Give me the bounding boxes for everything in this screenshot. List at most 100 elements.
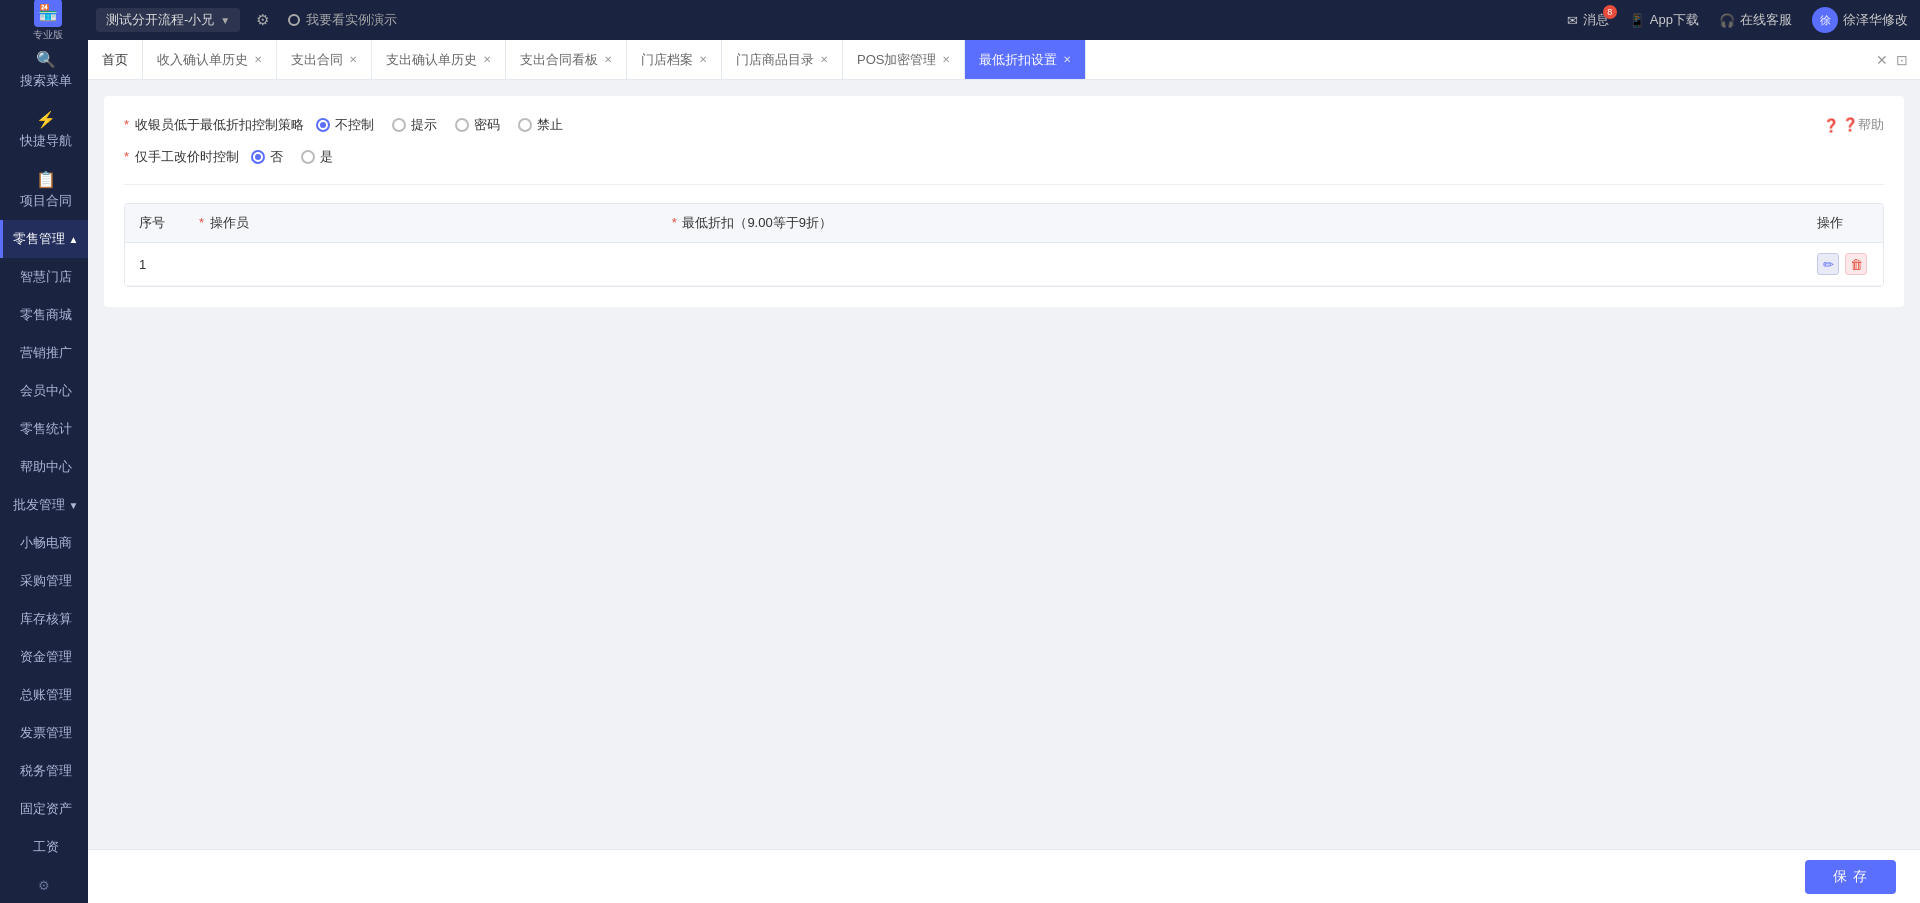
manual-price-required-mark: * [124, 149, 129, 164]
col-operator-header: * 操作员 [185, 204, 658, 243]
sidebar-item-finance[interactable]: 资金管理 [0, 638, 88, 676]
radio-hint-circle [392, 118, 406, 132]
tab-actions: ✕ ⊡ [1876, 52, 1920, 68]
member-label: 会员中心 [20, 382, 72, 400]
wholesale-arrow-icon: ▼ [69, 500, 79, 511]
radio-forbid-circle [518, 118, 532, 132]
tab-expense-contract-label: 支出合同 [291, 51, 343, 69]
help-button[interactable]: ❓ ❓帮助 [1823, 116, 1884, 134]
settings-button[interactable]: ⚙ [248, 6, 276, 34]
demo-link[interactable]: 我要看实例演示 [288, 11, 397, 29]
sidebar-item-ledger[interactable]: 总账管理 [0, 676, 88, 714]
tab-income-history[interactable]: 收入确认单历史 ✕ [143, 40, 277, 79]
sidebar-item-contract[interactable]: 📋 项目合同 [0, 160, 88, 220]
delete-row-button[interactable]: 🗑 [1845, 253, 1867, 275]
sidebar-item-salary[interactable]: 工资 [0, 828, 88, 866]
tab-min-discount-label: 最低折扣设置 [979, 51, 1057, 69]
manual-price-radio-group: 否 是 [251, 148, 333, 166]
tab-min-discount[interactable]: 最低折扣设置 ✕ [965, 40, 1086, 79]
table-header-row: 序号 * 操作员 * 最低折扣（9.00等于9折） [125, 204, 1883, 243]
help-icon: ❓ [1823, 118, 1839, 133]
support-icon: 🎧 [1719, 13, 1735, 28]
sidebar-item-retail-stats[interactable]: 零售统计 [0, 410, 88, 448]
col-seq-header: 序号 [125, 204, 185, 243]
sidebar-item-smart-store[interactable]: 智慧门店 [0, 258, 88, 296]
project-selector[interactable]: 测试分开流程-小兄 ▼ [96, 8, 240, 32]
radio-manual-yes-circle [301, 150, 315, 164]
radio-hint[interactable]: 提示 [392, 116, 437, 134]
sidebar-item-mini-ecommerce[interactable]: 小畅电商 [0, 524, 88, 562]
sidebar-item-purchase[interactable]: 采购管理 [0, 562, 88, 600]
retail-arrow-icon: ▲ [69, 234, 79, 245]
tab-pos-encryption-close[interactable]: ✕ [942, 54, 950, 65]
message-badge: 8 [1603, 5, 1617, 19]
sidebar-item-wholesale[interactable]: 批发管理 ▼ [0, 486, 88, 524]
tab-min-discount-close[interactable]: ✕ [1063, 54, 1071, 65]
radio-manual-yes[interactable]: 是 [301, 148, 333, 166]
edit-row-button[interactable]: ✏ [1817, 253, 1839, 275]
gear-icon: ⚙ [38, 878, 50, 893]
discount-control-radio-group: 不控制 提示 密码 禁 [316, 116, 563, 134]
sidebar-item-contract-label: 项目合同 [20, 192, 72, 210]
radio-password[interactable]: 密码 [455, 116, 500, 134]
tab-home-label: 首页 [102, 51, 128, 69]
sidebar-item-ecommerce[interactable]: 零售商城 [0, 296, 88, 334]
tab-store-profile[interactable]: 门店档案 ✕ [627, 40, 722, 79]
sidebar-item-inventory[interactable]: 库存核算 [0, 600, 88, 638]
finance-label: 资金管理 [20, 648, 72, 666]
sidebar-item-tax[interactable]: 税务管理 [0, 752, 88, 790]
table-wrapper: 序号 * 操作员 * 最低折扣（9.00等于9折） [124, 203, 1884, 287]
sidebar-item-retail[interactable]: 零售管理 ▲ [0, 220, 88, 258]
tab-expense-contract-close[interactable]: ✕ [349, 54, 357, 65]
save-button[interactable]: 保 存 [1805, 860, 1896, 894]
quicknav-icon: ⚡ [36, 110, 56, 129]
tab-home[interactable]: 首页 [88, 40, 143, 79]
sidebar-item-member[interactable]: 会员中心 [0, 372, 88, 410]
sidebar-gear-button[interactable]: ⚙ [0, 866, 88, 903]
tax-label: 税务管理 [20, 762, 72, 780]
action-buttons: ✏ 🗑 [1817, 253, 1869, 275]
avatar: 徐 [1812, 7, 1838, 33]
sidebar-item-quicknav[interactable]: ⚡ 快捷导航 [0, 100, 88, 160]
sidebar-item-help[interactable]: 帮助中心 [0, 448, 88, 486]
tab-close-all-button[interactable]: ✕ [1876, 52, 1888, 68]
tab-store-profile-close[interactable]: ✕ [699, 54, 707, 65]
radio-forbid[interactable]: 禁止 [518, 116, 563, 134]
cell-discount [658, 243, 1803, 286]
tab-store-products-close[interactable]: ✕ [820, 54, 828, 65]
tab-expense-board[interactable]: 支出合同看板 ✕ [506, 40, 627, 79]
online-support-button[interactable]: 🎧 在线客服 [1719, 11, 1792, 29]
cell-seq: 1 [125, 243, 185, 286]
smart-store-label: 智慧门店 [20, 268, 72, 286]
app-download-button[interactable]: 📱 App下载 [1629, 11, 1699, 29]
marketing-label: 营销推广 [20, 344, 72, 362]
tab-income-history-close[interactable]: ✕ [254, 54, 262, 65]
tab-expense-history[interactable]: 支出确认单历史 ✕ [372, 40, 506, 79]
tab-store-products[interactable]: 门店商品目录 ✕ [722, 40, 843, 79]
page-footer: 保 存 [88, 849, 1920, 903]
radio-manual-no[interactable]: 否 [251, 148, 283, 166]
invoice-label: 发票管理 [20, 724, 72, 742]
tab-pos-encryption[interactable]: POS加密管理 ✕ [843, 40, 965, 79]
radio-forbid-label: 禁止 [537, 116, 563, 134]
col-discount-header: * 最低折扣（9.00等于9折） [658, 204, 1803, 243]
cell-operator [185, 243, 658, 286]
table-row: 1 ✏ 🗑 [125, 243, 1883, 286]
sidebar-item-invoice[interactable]: 发票管理 [0, 714, 88, 752]
tab-expense-contract[interactable]: 支出合同 ✕ [277, 40, 372, 79]
radio-manual-no-label: 否 [270, 148, 283, 166]
sidebar-item-assets[interactable]: 固定资产 [0, 790, 88, 828]
top-bar: 🏪 专业版 测试分开流程-小兄 ▼ ⚙ 我要看实例演示 ✉ 8 消息 📱 App… [0, 0, 1920, 40]
sidebar-item-marketing[interactable]: 营销推广 [0, 334, 88, 372]
message-button[interactable]: ✉ 8 消息 [1567, 11, 1609, 29]
assets-label: 固定资产 [20, 800, 72, 818]
user-menu-button[interactable]: 徐 徐泽华修改 [1812, 7, 1908, 33]
tab-expense-board-close[interactable]: ✕ [604, 54, 612, 65]
radio-hint-label: 提示 [411, 116, 437, 134]
tab-expand-button[interactable]: ⊡ [1896, 52, 1908, 68]
tab-expense-history-close[interactable]: ✕ [483, 54, 491, 65]
help-label: 帮助中心 [20, 458, 72, 476]
radio-no-control[interactable]: 不控制 [316, 116, 374, 134]
purchase-label: 采购管理 [20, 572, 72, 590]
sidebar-item-search[interactable]: 🔍 搜索菜单 [0, 40, 88, 100]
